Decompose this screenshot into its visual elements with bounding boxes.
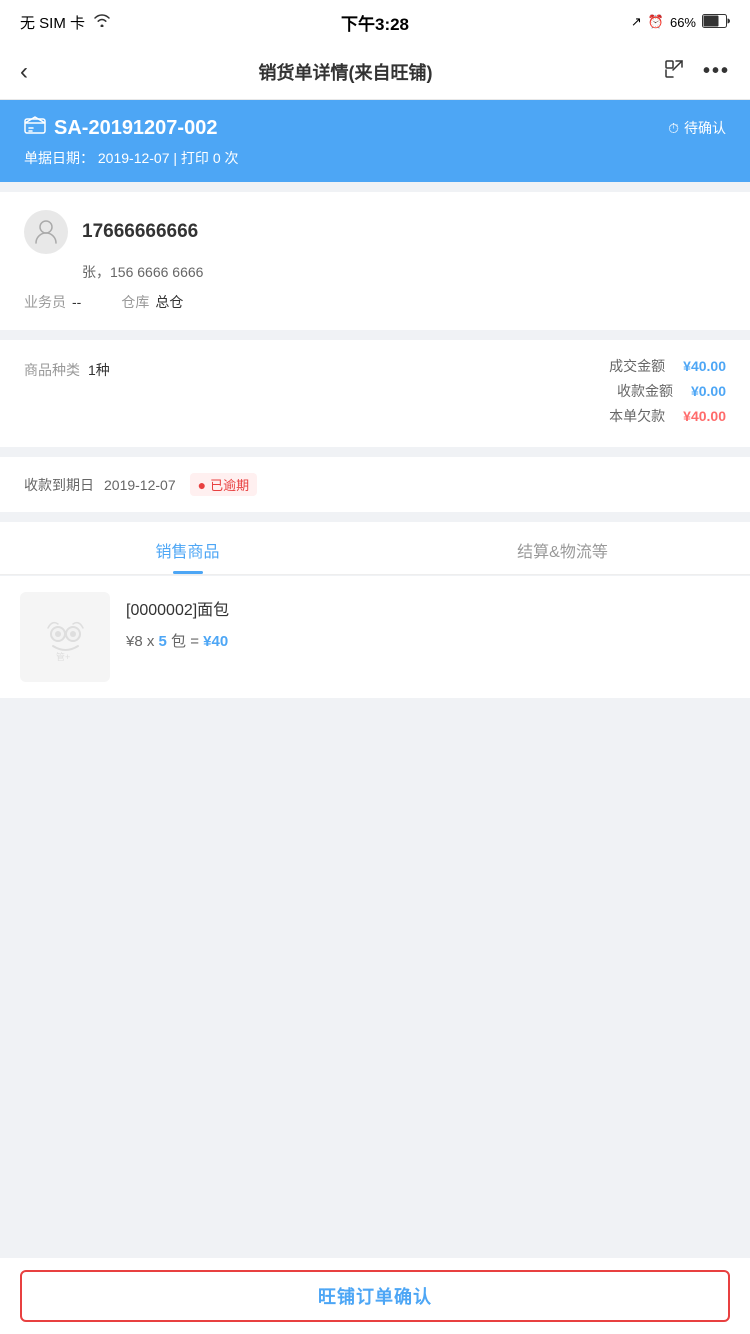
share-icon[interactable] [663,58,685,86]
amounts-section: 商品种类 1种 成交金额 ¥40.00 收款金额 ¥0.00 本单欠款 ¥40.… [0,340,750,447]
header-date: 单据日期： 2019-12-07 | 打印 0 次 [24,148,726,168]
tab-sales-products[interactable]: 销售商品 [0,522,375,574]
amount-label-3: 本单欠款 [609,406,665,426]
customer-name: 张，156 6666 6666 [82,262,726,282]
product-name: [0000002]面包 [126,596,730,620]
amounts-right: 成交金额 ¥40.00 收款金额 ¥0.00 本单欠款 ¥40.00 [609,356,726,431]
warehouse-info: 仓库 总仓 [121,292,183,312]
amount-value-1: ¥40.00 [683,358,726,374]
product-kind-label: 商品种类 [24,360,80,380]
order-icon [24,116,46,140]
product-thumbnail: 管+ [20,592,110,682]
location-icon: ↗ [631,14,642,30]
confirm-order-button[interactable]: 旺铺订单确认 [20,1270,730,1322]
amount-label-2: 收款金额 [617,381,673,401]
amount-value-2: ¥0.00 [691,383,726,399]
overdue-text: 已逾期 [210,475,249,494]
status-text: 待确认 [684,118,726,138]
customer-phone: 17666666666 [82,221,198,243]
product-unit: 包 [171,633,186,650]
product-quantity: 5 [159,633,167,650]
wifi-icon [93,13,111,31]
amount-row-2: 收款金额 ¥0.00 [609,381,726,401]
product-kind: 商品种类 1种 [24,356,110,380]
nav-actions: ••• [663,58,730,86]
bottom-bar: 旺铺订单确认 [0,1258,750,1334]
alert-icon: ● [198,477,206,493]
salesperson-label: 业务员 [24,292,66,312]
product-info: [0000002]面包 ¥8 x 5 包 = ¥40 [126,592,730,651]
amount-row-3: 本单欠款 ¥40.00 [609,406,726,426]
status-bar: 无 SIM 卡 下午3:28 ↗ ⏰ 66% [0,0,750,44]
amount-value-3: ¥40.00 [683,408,726,424]
back-button[interactable]: ‹ [20,58,28,86]
status-right: ↗ ⏰ 66% [631,14,730,31]
order-number: SA-20191207-002 [24,116,217,140]
amount-label-1: 成交金额 [609,356,665,376]
tabs-container: 销售商品 结算&物流等 [0,522,750,575]
alarm-icon: ⏰ [648,14,664,30]
due-date-section: 收款到期日 2019-12-07 ● 已逾期 [0,457,750,512]
tab-label-0: 销售商品 [155,544,219,561]
battery-icon [702,14,730,31]
due-date-value: 2019-12-07 [104,477,176,493]
empty-area [0,698,750,878]
product-total: ¥40 [203,633,228,650]
product-kind-value: 1种 [88,360,110,380]
order-id: SA-20191207-002 [54,117,217,140]
product-price: ¥8 x 5 包 = ¥40 [126,630,730,651]
avatar [24,210,68,254]
salesperson-info: 业务员 -- [24,292,81,312]
customer-row: 17666666666 [24,210,726,254]
carrier-text: 无 SIM 卡 [20,12,85,33]
more-icon[interactable]: ••• [703,60,730,83]
status-left: 无 SIM 卡 [20,12,111,33]
status-time: 下午3:28 [341,10,409,35]
status-badge: ⏱ 待确认 [668,118,726,138]
svg-text:管+: 管+ [56,651,70,662]
tab-settlement[interactable]: 结算&物流等 [375,522,750,574]
customer-info-row: 业务员 -- 仓库 总仓 [24,292,726,312]
page-title: 销货单详情(来自旺铺) [258,59,432,85]
customer-section: 17666666666 张，156 6666 6666 业务员 -- 仓库 总仓 [0,192,750,330]
battery-text: 66% [670,15,696,30]
unit-price: ¥8 [126,633,143,650]
header-card: SA-20191207-002 ⏱ 待确认 单据日期： 2019-12-07 |… [0,100,750,182]
due-date-label: 收款到期日 [24,475,94,495]
product-section: 管+ [0000002]面包 ¥8 x 5 包 = ¥40 [0,576,750,698]
product-item: 管+ [0000002]面包 ¥8 x 5 包 = ¥40 [20,592,730,682]
nav-bar: ‹ 销货单详情(来自旺铺) ••• [0,44,750,100]
amount-row-1: 成交金额 ¥40.00 [609,356,726,376]
salesperson-value: -- [72,294,81,310]
overdue-badge: ● 已逾期 [190,473,257,496]
tab-label-1: 结算&物流等 [517,544,608,561]
warehouse-label: 仓库 [121,292,149,312]
warehouse-value: 总仓 [155,292,183,312]
clock-icon: ⏱ [668,120,679,137]
